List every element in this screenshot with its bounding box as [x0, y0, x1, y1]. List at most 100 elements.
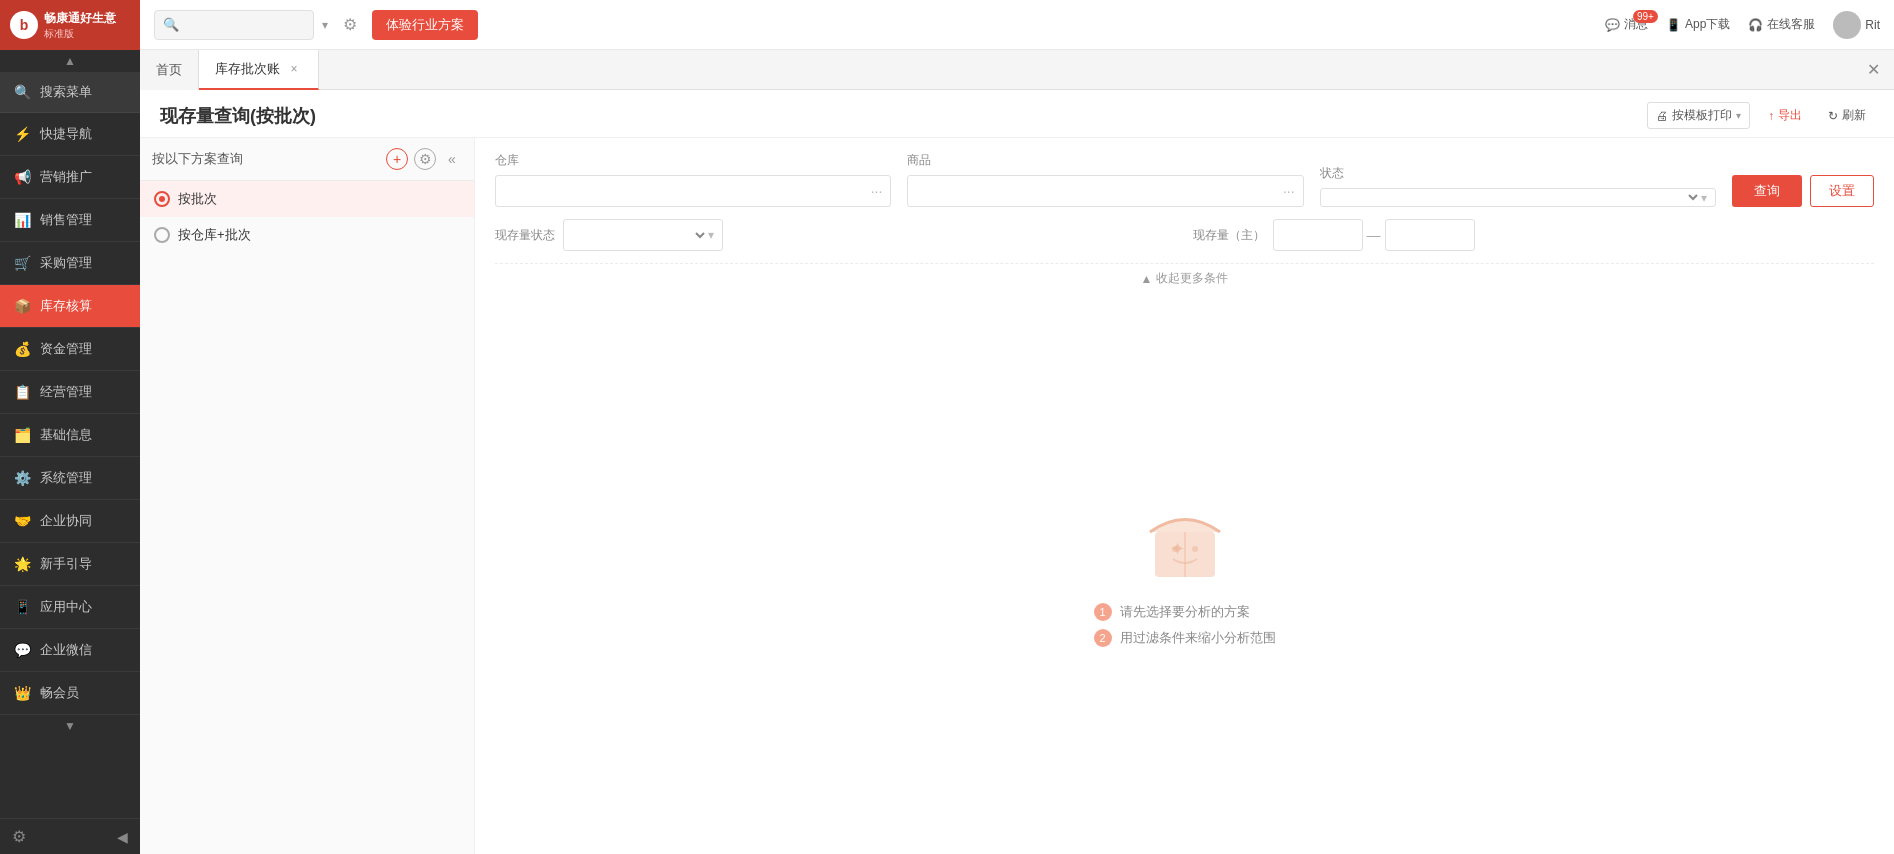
content-body: 按以下方案查询 + ⚙ « [140, 138, 1894, 854]
stock-status-wrapper[interactable]: 有库存 无库存 ▾ [563, 219, 723, 251]
topbar-app-download[interactable]: 📱 App下载 [1666, 16, 1730, 33]
topbar-left: 🔍 ▾ ⚙ 体验行业方案 [154, 10, 1595, 40]
main-area: 🔍 ▾ ⚙ 体验行业方案 💬 消息 99+ 📱 App下载 🎧 在线客服 [140, 0, 1894, 854]
product-input-wrapper[interactable]: ··· [907, 175, 1303, 207]
topbar-search-input[interactable] [183, 18, 293, 32]
status-filter-field: 状态 正常 禁用 ▾ [1320, 165, 1716, 207]
page-content: 现存量查询(按批次) 🖨 按模板打印 ▾ ↑ 导出 ↻ 刷新 [140, 90, 1894, 854]
left-panel-actions: + ⚙ « [386, 148, 462, 170]
svg-point-3 [1172, 546, 1178, 552]
sidebar-item-system[interactable]: ⚙️ 系统管理 [0, 457, 140, 500]
scheme-by-batch[interactable]: 按批次 [140, 181, 474, 217]
add-scheme-button[interactable]: + [386, 148, 408, 170]
customer-service-icon: 🎧 [1748, 18, 1763, 32]
warehouse-more-icon[interactable]: ··· [871, 183, 883, 199]
stock-quantity-max[interactable] [1385, 219, 1475, 251]
sidebar-label-sales: 销售管理 [40, 211, 92, 229]
panel-collapse-button[interactable]: « [442, 149, 462, 169]
warehouse-filter-field: 仓库 ··· [495, 152, 891, 207]
sidebar-scroll-down[interactable]: ▼ [0, 715, 140, 737]
finance-icon: 💰 [12, 339, 32, 359]
sidebar-item-sales[interactable]: 📊 销售管理 [0, 199, 140, 242]
topbar-search-icon: 🔍 [163, 17, 179, 32]
topbar-search-bar[interactable]: 🔍 [154, 10, 314, 40]
topbar-message[interactable]: 💬 消息 99+ [1605, 16, 1648, 33]
sidebar-item-newguide[interactable]: 🌟 新手引导 [0, 543, 140, 586]
trial-industry-button[interactable]: 体验行业方案 [372, 10, 478, 40]
refresh-button[interactable]: ↻ 刷新 [1820, 103, 1874, 128]
product-more-icon[interactable]: ··· [1283, 183, 1295, 199]
tab-inventory-batch-label: 库存批次账 [215, 60, 280, 78]
status-select[interactable]: 正常 禁用 [1329, 189, 1701, 206]
sidebar-label-appcenter: 应用中心 [40, 598, 92, 616]
sidebar-settings-btn[interactable]: ⚙ [12, 827, 26, 846]
scheme-settings-button[interactable]: ⚙ [414, 148, 436, 170]
sidebar-item-quicknav[interactable]: ⚡ 快捷导航 [0, 113, 140, 156]
sidebar-collapse-btn[interactable]: ◀ [117, 829, 128, 845]
sidebar-scroll-up[interactable]: ▲ [0, 50, 140, 72]
left-panel: 按以下方案查询 + ⚙ « [140, 138, 475, 854]
filter-actions: 查询 设置 [1732, 175, 1874, 207]
sidebar-item-purchase[interactable]: 🛒 采购管理 [0, 242, 140, 285]
collapse-more-btn[interactable]: ▲ 收起更多条件 [495, 263, 1874, 293]
scheme-by-warehouse-batch[interactable]: 按仓库+批次 [140, 217, 474, 253]
topbar-gear-icon[interactable]: ⚙ [336, 11, 364, 39]
sidebar-label-newguide: 新手引导 [40, 555, 92, 573]
marketing-icon: 📢 [12, 167, 32, 187]
product-input[interactable] [916, 184, 1283, 199]
refresh-icon: ↻ [1828, 109, 1838, 123]
export-label: 导出 [1778, 107, 1802, 124]
sidebar-item-wechat[interactable]: 💬 企业微信 [0, 629, 140, 672]
sidebar-item-finance[interactable]: 💰 资金管理 [0, 328, 140, 371]
message-icon: 💬 [1605, 18, 1620, 32]
right-panel: 仓库 ··· 商品 ··· [475, 138, 1894, 854]
warehouse-input[interactable] [504, 184, 871, 199]
newguide-icon: 🌟 [12, 554, 32, 574]
print-dropdown-icon[interactable]: ▾ [1736, 110, 1741, 121]
scheme-dot-active [154, 191, 170, 207]
user-avatar [1833, 11, 1861, 39]
sidebar-search-label: 搜索菜单 [40, 83, 92, 101]
sidebar-item-marketing[interactable]: 📢 营销推广 [0, 156, 140, 199]
stock-status-select[interactable]: 有库存 无库存 [572, 227, 708, 244]
print-template-button[interactable]: 🖨 按模板打印 ▾ [1647, 102, 1750, 129]
stock-quantity-min[interactable] [1273, 219, 1363, 251]
sidebar-item-member[interactable]: 👑 畅会员 [0, 672, 140, 715]
export-button[interactable]: ↑ 导出 [1760, 103, 1810, 128]
sidebar-label-quicknav: 快捷导航 [40, 125, 92, 143]
export-icon: ↑ [1768, 109, 1774, 123]
app-version: 标准版 [44, 27, 116, 41]
status-label: 状态 [1320, 165, 1716, 182]
tip-number-1: 1 [1094, 603, 1112, 621]
page-header-actions: 🖨 按模板打印 ▾ ↑ 导出 ↻ 刷新 [1647, 102, 1874, 129]
sidebar-item-appcenter[interactable]: 📱 应用中心 [0, 586, 140, 629]
stock-quantity-field: 现存量（主） — [1193, 219, 1875, 251]
stock-quantity-range: — [1273, 219, 1875, 251]
sidebar-item-enterprise[interactable]: 🤝 企业协同 [0, 500, 140, 543]
tab-inventory-batch[interactable]: 库存批次账 × [199, 50, 319, 90]
sidebar-item-inventory[interactable]: 📦 库存核算 [0, 285, 140, 328]
sidebar-item-basics[interactable]: 🗂️ 基础信息 [0, 414, 140, 457]
topbar-customer-service[interactable]: 🎧 在线客服 [1748, 16, 1815, 33]
sidebar-item-search[interactable]: 🔍 搜索菜单 [0, 72, 140, 113]
status-select-wrapper[interactable]: 正常 禁用 ▾ [1320, 188, 1716, 207]
tab-close-icon[interactable]: × [286, 61, 302, 77]
tip-number-2: 2 [1094, 629, 1112, 647]
app-download-icon: 📱 [1666, 18, 1681, 32]
print-icon: 🖨 [1656, 109, 1668, 123]
topbar-user-area[interactable]: Rit [1833, 11, 1880, 39]
sidebar-label-basics: 基础信息 [40, 426, 92, 444]
topbar-chevron-icon[interactable]: ▾ [322, 18, 328, 32]
warehouse-input-wrapper[interactable]: ··· [495, 175, 891, 207]
tab-home[interactable]: 首页 [140, 50, 199, 90]
sidebar-label-finance: 资金管理 [40, 340, 92, 358]
query-button[interactable]: 查询 [1732, 175, 1802, 207]
empty-box-svg: ✦ [1135, 487, 1235, 587]
quicknav-icon: ⚡ [12, 124, 32, 144]
tab-right-close-btn[interactable]: ✕ [1853, 60, 1894, 79]
settings-button[interactable]: 设置 [1810, 175, 1874, 207]
sidebar-item-operations[interactable]: 📋 经营管理 [0, 371, 140, 414]
page-title: 现存量查询(按批次) [160, 104, 316, 128]
empty-tip-1: 1 请先选择要分析的方案 [1094, 603, 1276, 621]
scheme-dot-empty [154, 227, 170, 243]
